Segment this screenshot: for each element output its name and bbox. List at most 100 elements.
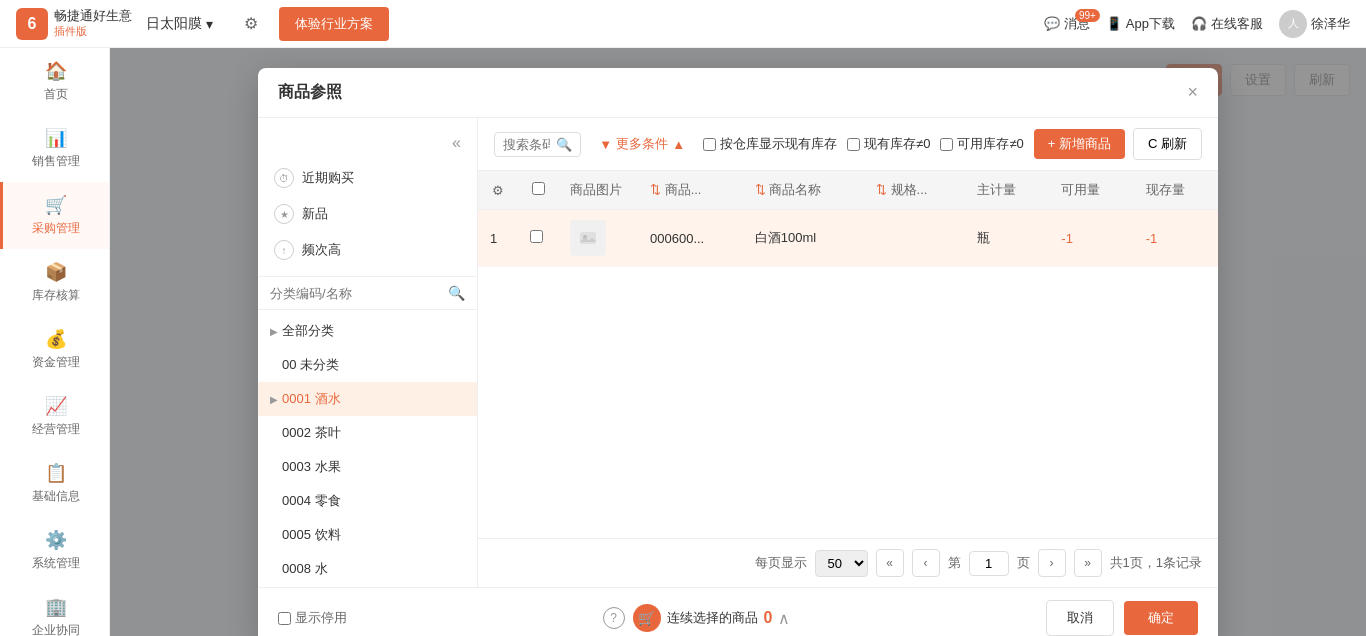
messages-item[interactable]: 💬 消息 99+ xyxy=(1044,15,1090,33)
sidebar-label-inventory: 库存核算 xyxy=(32,287,80,304)
topbar-center: 日太阳膜 ▾ ⚙ 体验行业方案 xyxy=(136,7,1044,41)
category-0008[interactable]: 0008 水 xyxy=(258,552,477,586)
th-spec: ⇅ 规格... xyxy=(864,171,965,210)
row-stock: -1 xyxy=(1134,210,1218,267)
frequent-icon: ↑ xyxy=(274,240,294,260)
category-0005[interactable]: 0005 饮料 xyxy=(258,518,477,552)
0001-arrow: ▶ xyxy=(270,394,278,405)
th-name: ⇅ 商品名称 xyxy=(743,171,864,210)
store-select[interactable]: 日太阳膜 ▾ xyxy=(136,9,223,39)
quick-list: « ⏱ 近期购买 ★ 新品 ↑ xyxy=(258,118,477,277)
category-0004[interactable]: 0004 零食 xyxy=(258,484,477,518)
row-stock-value: -1 xyxy=(1146,231,1158,246)
user-item[interactable]: 人 徐泽华 xyxy=(1279,10,1350,38)
per-page-select[interactable]: 50 xyxy=(815,550,868,577)
sidebar-item-purchase[interactable]: 🛒 采购管理 xyxy=(0,182,109,249)
th-check xyxy=(518,171,558,210)
category-0001[interactable]: ▶ 0001 酒水 xyxy=(258,382,477,416)
filter-icon: ▼ xyxy=(599,137,612,152)
sidebar-item-enterprise[interactable]: 🏢 企业协同 xyxy=(0,584,109,636)
settings-icon[interactable]: ⚙ xyxy=(235,8,267,40)
avatar: 人 xyxy=(1279,10,1307,38)
category-0003[interactable]: 0003 水果 xyxy=(258,450,477,484)
category-00[interactable]: 00 未分类 xyxy=(258,348,477,382)
right-panel: 🔍 ▼ 更多条件 ▲ 按仓库显示现有库存 xyxy=(478,118,1218,587)
sidebar-item-basic[interactable]: 📋 基础信息 xyxy=(0,450,109,517)
th-code-label: 商品... xyxy=(665,182,702,197)
display-disabled-checkbox[interactable]: 显示停用 xyxy=(278,609,347,627)
row-checkbox[interactable] xyxy=(530,230,543,243)
product-search-input[interactable] xyxy=(503,137,550,152)
sidebar-item-finance[interactable]: 💰 资金管理 xyxy=(0,316,109,383)
new-icon: ★ xyxy=(274,204,294,224)
checkbox-stock-nonzero-input[interactable] xyxy=(847,138,860,151)
th-unit: 主计量 xyxy=(965,171,1049,210)
filter-more-btn[interactable]: ▼ 更多条件 ▲ xyxy=(591,131,693,157)
cart-collapse-icon[interactable]: ∧ xyxy=(778,609,790,628)
first-page-btn[interactable]: « xyxy=(876,549,904,577)
th-spec-label: 规格... xyxy=(891,182,928,197)
app-icon: 📱 xyxy=(1106,16,1122,31)
finance-icon: 💰 xyxy=(45,328,67,350)
checkbox-stock-nonzero-label: 现有库存≠0 xyxy=(864,135,930,153)
settings-col-icon[interactable]: ⚙ xyxy=(492,183,504,198)
last-page-btn[interactable]: » xyxy=(1074,549,1102,577)
toolbar-right: + 新增商品 C 刷新 xyxy=(1034,128,1202,160)
checkbox-stock-nonzero[interactable]: 现有库存≠0 xyxy=(847,135,930,153)
quick-item-recent-label: 近期购买 xyxy=(302,169,354,187)
trial-button[interactable]: 体验行业方案 xyxy=(279,7,389,41)
quick-item-frequent[interactable]: ↑ 频次高 xyxy=(258,232,477,268)
category-search-icon[interactable]: 🔍 xyxy=(448,285,465,301)
sidebar-item-sales[interactable]: 📊 销售管理 xyxy=(0,115,109,182)
product-search-icon[interactable]: 🔍 xyxy=(556,137,572,152)
checkbox-available-nonzero-input[interactable] xyxy=(940,138,953,151)
cart-count: 0 xyxy=(764,609,773,627)
display-disabled-input[interactable] xyxy=(278,612,291,625)
category-0002[interactable]: 0002 茶叶 xyxy=(258,416,477,450)
sidebar-item-inventory[interactable]: 📦 库存核算 xyxy=(0,249,109,316)
sidebar-item-business[interactable]: 📈 经营管理 xyxy=(0,383,109,450)
sidebar-item-system[interactable]: ⚙️ 系统管理 xyxy=(0,517,109,584)
row-available: -1 xyxy=(1049,210,1133,267)
confirm-button[interactable]: 确定 xyxy=(1124,601,1198,635)
sidebar-label-purchase: 采购管理 xyxy=(32,220,80,237)
page-unit: 页 xyxy=(1017,554,1030,572)
quick-item-recent[interactable]: ⏱ 近期购买 xyxy=(258,160,477,196)
sort-code-icon[interactable]: ⇅ xyxy=(650,182,661,197)
category-search-input[interactable] xyxy=(270,286,442,301)
category-0004-label: 0004 零食 xyxy=(282,492,341,510)
filter-arrow: ▲ xyxy=(672,137,685,152)
cancel-button[interactable]: 取消 xyxy=(1046,600,1114,636)
modal-close-button[interactable]: × xyxy=(1187,82,1198,103)
checkbox-warehouse[interactable]: 按仓库显示现有库存 xyxy=(703,135,837,153)
help-icon[interactable]: ? xyxy=(603,607,625,629)
table-row[interactable]: 1 xyxy=(478,210,1218,267)
prev-page-btn[interactable]: ‹ xyxy=(912,549,940,577)
store-select-arrow: ▾ xyxy=(206,16,213,32)
refresh-btn[interactable]: C 刷新 xyxy=(1133,128,1202,160)
checkbox-warehouse-input[interactable] xyxy=(703,138,716,151)
sidebar-label-business: 经营管理 xyxy=(32,421,80,438)
main-layout: 🏠 首页 📊 销售管理 🛒 采购管理 📦 库存核算 💰 资金管理 📈 经营管理 … xyxy=(0,48,1366,636)
category-all[interactable]: ▶ 全部分类 xyxy=(258,314,477,348)
sidebar-item-home[interactable]: 🏠 首页 xyxy=(0,48,109,115)
checkbox-available-nonzero[interactable]: 可用库存≠0 xyxy=(940,135,1023,153)
add-product-btn[interactable]: + 新增商品 xyxy=(1034,129,1125,159)
next-page-btn[interactable]: › xyxy=(1038,549,1066,577)
row-index: 1 xyxy=(478,210,518,267)
sort-name-icon[interactable]: ⇅ xyxy=(755,182,766,197)
sidebar-label-sales: 销售管理 xyxy=(32,153,80,170)
content-area: 查询 设置 刷新 商品参照 × xyxy=(110,48,1366,636)
service-icon: 🎧 xyxy=(1191,16,1207,31)
sort-spec-icon[interactable]: ⇅ xyxy=(876,182,887,197)
quick-item-new[interactable]: ★ 新品 xyxy=(258,196,477,232)
th-available: 可用量 xyxy=(1049,171,1133,210)
online-service-item[interactable]: 🎧 在线客服 xyxy=(1191,15,1263,33)
row-name: 白酒100ml xyxy=(743,210,864,267)
collapse-left-btn[interactable]: « xyxy=(444,130,469,156)
select-all-checkbox[interactable] xyxy=(532,182,545,195)
app-download-item[interactable]: 📱 App下载 xyxy=(1106,15,1175,33)
category-all-label: 全部分类 xyxy=(282,322,334,340)
page-number-input[interactable] xyxy=(969,551,1009,576)
cart-text: 连续选择的商品 xyxy=(667,609,758,627)
